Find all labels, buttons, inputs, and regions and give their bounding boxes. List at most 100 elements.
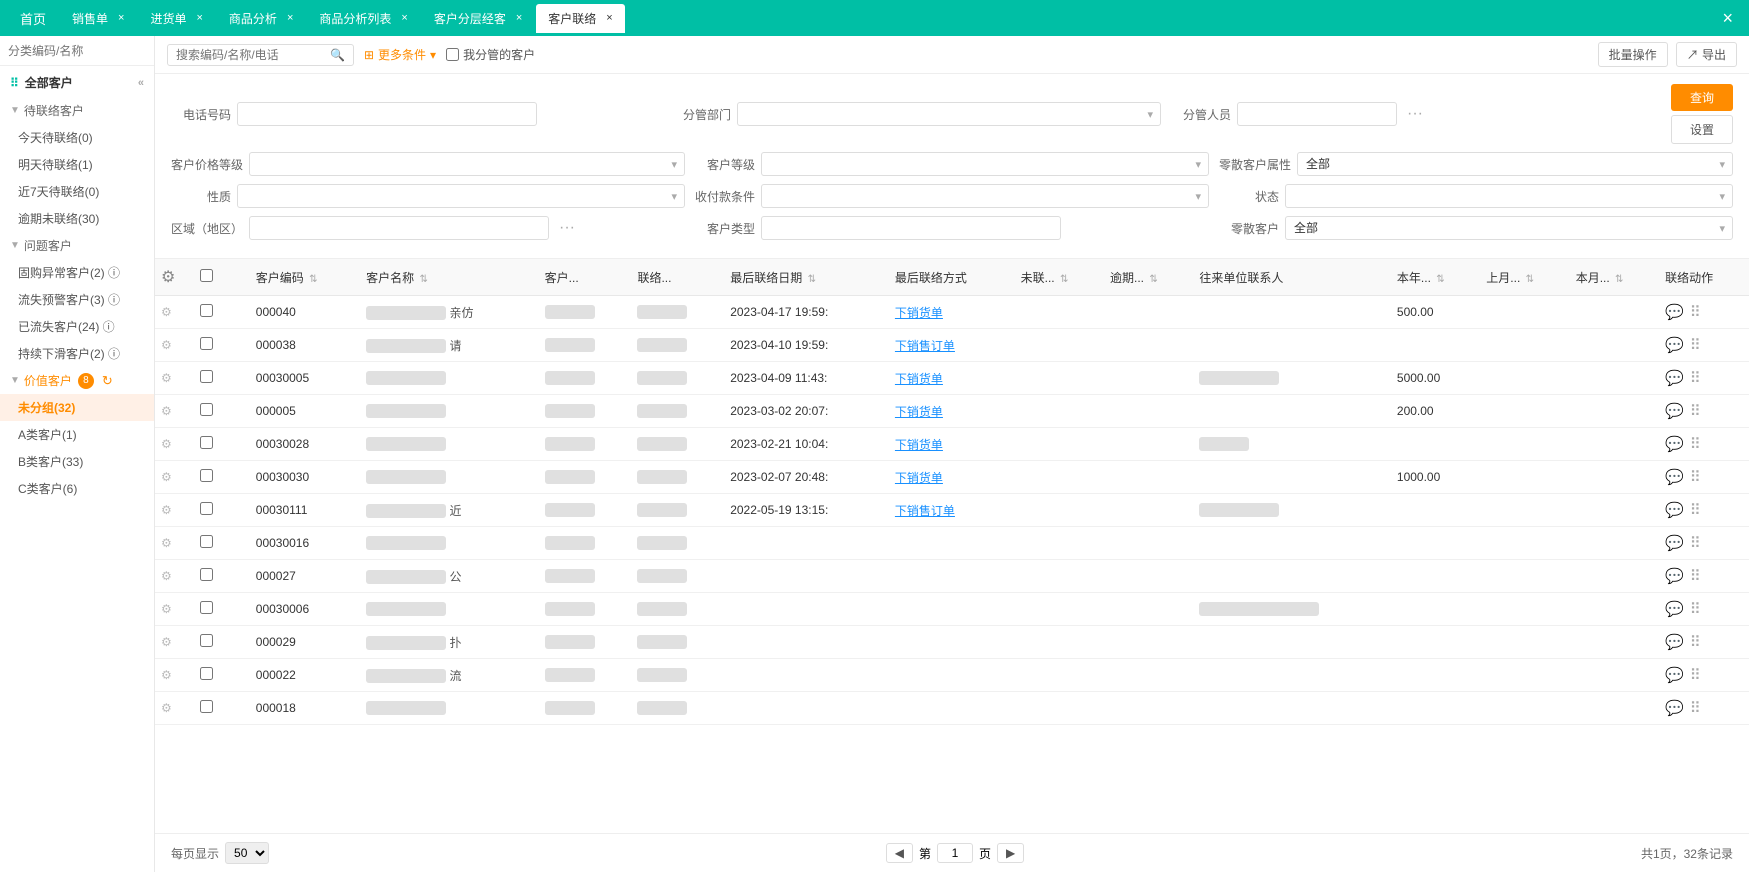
next-page-btn[interactable]: ▶	[997, 843, 1024, 863]
select-all-checkbox[interactable]	[200, 269, 213, 282]
my-customers-checkbox[interactable]: 我分管的客户	[446, 46, 535, 63]
nav-tab-purchase[interactable]: 进货单 ×	[138, 4, 214, 33]
nav-tab-sales[interactable]: 销售单 ×	[60, 4, 136, 33]
row-checkbox[interactable]	[200, 535, 213, 548]
nav-tab-customer-mgr[interactable]: 客户分层经客 ×	[422, 4, 534, 33]
th-overdue[interactable]: 逾期... ⇅	[1104, 259, 1193, 296]
contact-chat-icon[interactable]: 💬	[1665, 303, 1684, 321]
close-tab-customer-mgr[interactable]: ×	[516, 12, 522, 24]
nav-tab-analysis-list[interactable]: 商品分析列表 ×	[307, 4, 419, 33]
page-number-input[interactable]	[937, 843, 973, 863]
row-checkbox[interactable]	[200, 601, 213, 614]
more-action-icon[interactable]: ⠿	[1690, 699, 1701, 717]
nature-select[interactable]	[237, 184, 685, 208]
sidebar-item-abnormal[interactable]: 固购异常客户(2) ⓘ	[0, 259, 154, 286]
customer-type-input[interactable]	[761, 216, 1061, 240]
contact-chat-icon[interactable]: 💬	[1665, 633, 1684, 651]
close-tab-analysis[interactable]: ×	[287, 12, 293, 24]
th-no-contact[interactable]: 未联... ⇅	[1015, 259, 1104, 296]
more-action-icon[interactable]: ⠿	[1690, 402, 1701, 420]
row-checkbox[interactable]	[200, 436, 213, 449]
collapse-icon[interactable]: «	[138, 77, 144, 89]
close-all-tabs[interactable]: ×	[1714, 4, 1741, 33]
sidebar-item-tomorrow[interactable]: 明天待联络(1)	[0, 151, 154, 178]
sidebar-item-a-class[interactable]: A类客户(1)	[0, 421, 154, 448]
contact-chat-icon[interactable]: 💬	[1665, 468, 1684, 486]
more-action-icon[interactable]: ⠿	[1690, 303, 1701, 321]
row-checkbox[interactable]	[200, 502, 213, 515]
search-input[interactable]	[176, 48, 326, 62]
more-action-icon[interactable]: ⠿	[1690, 600, 1701, 618]
row-checkbox[interactable]	[200, 667, 213, 680]
row-checkbox[interactable]	[200, 568, 213, 581]
region-input[interactable]	[249, 216, 549, 240]
customer-level-select[interactable]	[761, 152, 1209, 176]
retail-attr-select[interactable]: 全部	[1297, 152, 1733, 176]
more-action-icon[interactable]: ⠿	[1690, 567, 1701, 585]
more-action-icon[interactable]: ⠿	[1690, 435, 1701, 453]
contact-chat-icon[interactable]: 💬	[1665, 534, 1684, 552]
settings-gear-icon[interactable]: ⚙	[161, 269, 175, 286]
close-tab-customer-contact[interactable]: ×	[606, 12, 612, 24]
sidebar-item-declining[interactable]: 持续下滑客户(2) ⓘ	[0, 340, 154, 367]
row-checkbox[interactable]	[200, 370, 213, 383]
contact-chat-icon[interactable]: 💬	[1665, 666, 1684, 684]
th-gear[interactable]: ⚙	[155, 259, 194, 296]
last-method-link[interactable]: 下销货单	[895, 405, 943, 419]
more-action-icon[interactable]: ⠿	[1690, 501, 1701, 519]
th-this-month[interactable]: 本月... ⇅	[1570, 259, 1659, 296]
manager-more-icon[interactable]: ···	[1407, 105, 1423, 123]
row-checkbox[interactable]	[200, 700, 213, 713]
last-method-link[interactable]: 下销货单	[895, 471, 943, 485]
close-tab-analysis-list[interactable]: ×	[401, 12, 407, 24]
more-action-icon[interactable]: ⠿	[1690, 633, 1701, 651]
sidebar-group-pending[interactable]: ▼ 待联络客户	[0, 97, 154, 124]
th-name[interactable]: 客户名称 ⇅	[360, 259, 539, 296]
phone-input[interactable]	[237, 102, 537, 126]
export-btn[interactable]: ↗ 导出	[1676, 42, 1737, 67]
sidebar-group-problem[interactable]: ▼ 问题客户	[0, 232, 154, 259]
prev-page-btn[interactable]: ◀	[886, 843, 913, 863]
sidebar-item-churn-risk[interactable]: 流失预警客户(3) ⓘ	[0, 286, 154, 313]
row-checkbox[interactable]	[200, 304, 213, 317]
more-action-icon[interactable]: ⠿	[1690, 666, 1701, 684]
price-level-select[interactable]	[249, 152, 685, 176]
sidebar-search-input[interactable]	[8, 44, 155, 58]
contact-chat-icon[interactable]: 💬	[1665, 567, 1684, 585]
page-size-select[interactable]: 50	[225, 842, 269, 864]
region-more-icon[interactable]: ···	[559, 219, 575, 237]
contact-chat-icon[interactable]: 💬	[1665, 402, 1684, 420]
sidebar-group-value[interactable]: ▼ 价值客户 8 ↻	[0, 367, 154, 394]
close-tab-purchase[interactable]: ×	[196, 12, 202, 24]
nav-tab-customer-contact[interactable]: 客户联络 ×	[536, 4, 624, 33]
nav-tab-analysis[interactable]: 商品分析 ×	[217, 4, 305, 33]
contact-chat-icon[interactable]: 💬	[1665, 435, 1684, 453]
more-action-icon[interactable]: ⠿	[1690, 534, 1701, 552]
more-action-icon[interactable]: ⠿	[1690, 468, 1701, 486]
more-action-icon[interactable]: ⠿	[1690, 336, 1701, 354]
sidebar-item-today[interactable]: 今天待联络(0)	[0, 124, 154, 151]
reset-btn[interactable]: 设置	[1671, 115, 1733, 144]
sidebar-item-c-class[interactable]: C类客户(6)	[0, 475, 154, 502]
th-code[interactable]: 客户编码 ⇅	[250, 259, 360, 296]
payment-select[interactable]	[761, 184, 1209, 208]
sidebar-item-lost[interactable]: 已流失客户(24) ⓘ	[0, 313, 154, 340]
close-tab-sales[interactable]: ×	[118, 12, 124, 24]
th-this-year[interactable]: 本年... ⇅	[1391, 259, 1480, 296]
last-method-link[interactable]: 下销货单	[895, 438, 943, 452]
sidebar-item-ungrouped[interactable]: 未分组(32)	[0, 394, 154, 421]
batch-ops-btn[interactable]: 批量操作	[1598, 42, 1668, 67]
status-select[interactable]	[1285, 184, 1733, 208]
my-customers-check[interactable]	[446, 48, 459, 61]
sidebar-item-overdue[interactable]: 逾期未联络(30)	[0, 205, 154, 232]
contact-chat-icon[interactable]: 💬	[1665, 501, 1684, 519]
more-action-icon[interactable]: ⠿	[1690, 369, 1701, 387]
contact-chat-icon[interactable]: 💬	[1665, 336, 1684, 354]
dept-select[interactable]	[737, 102, 1161, 126]
row-checkbox[interactable]	[200, 634, 213, 647]
contact-chat-icon[interactable]: 💬	[1665, 369, 1684, 387]
manager-input[interactable]	[1237, 102, 1397, 126]
th-last-date[interactable]: 最后联络日期 ⇅	[724, 259, 889, 296]
th-last-month[interactable]: 上月... ⇅	[1480, 259, 1569, 296]
contact-chat-icon[interactable]: 💬	[1665, 600, 1684, 618]
